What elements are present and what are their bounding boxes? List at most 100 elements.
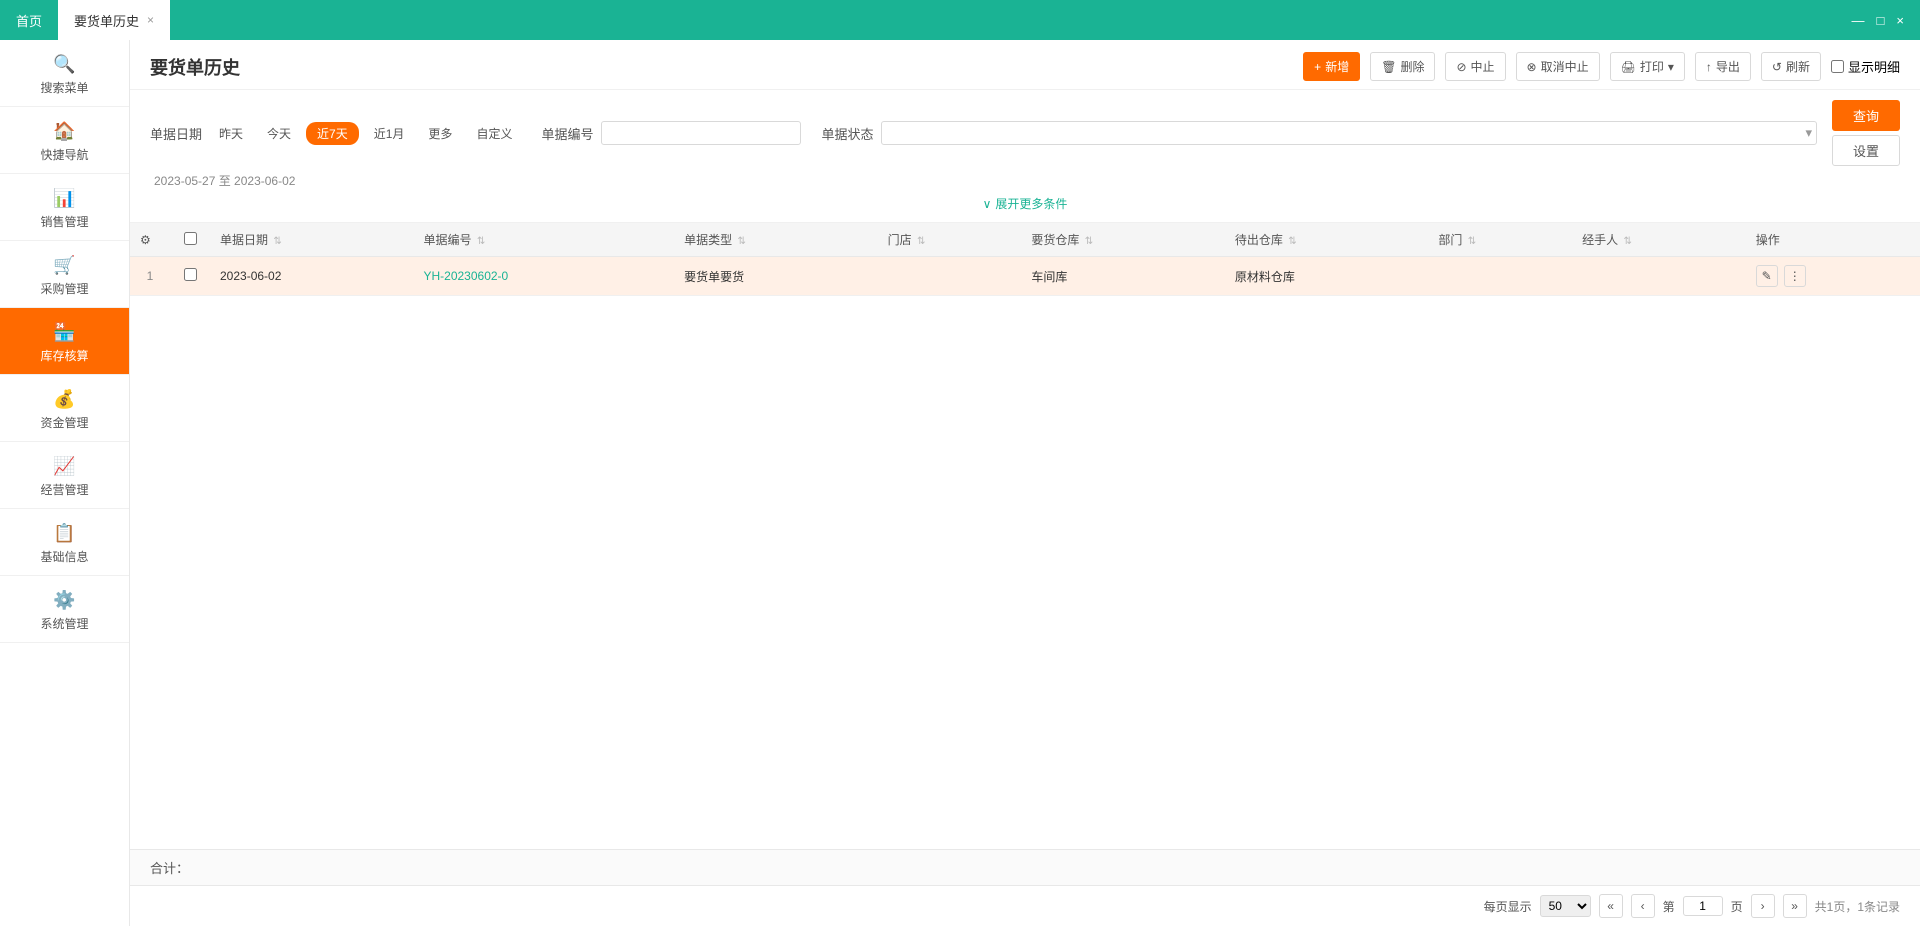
col-bill-no[interactable]: 单据编号 ⇅ [413,223,674,257]
table-settings-icon[interactable]: ⚙ [130,223,170,257]
bill-status-input[interactable] [881,121,1817,145]
filter-row-1: 单据日期 昨天 今天 近7天 近1月 更多 自定义 单据编号 单据状态 [150,100,1900,166]
chevron-down-icon: ∨ [983,197,992,211]
print-dropdown-icon: ▾ [1668,60,1674,74]
expand-more-button[interactable]: ∨ 展开更多条件 [150,195,1900,212]
bill-status-label: 单据状态 [821,124,873,143]
data-table: ⚙ 单据日期 ⇅ 单据编号 ⇅ 单据类型 ⇅ [130,223,1920,296]
row-checkbox[interactable] [184,268,197,281]
date-btn-7days[interactable]: 近7天 [306,122,359,145]
col-bill-type[interactable]: 单据类型 ⇅ [674,223,877,257]
refresh-button[interactable]: ↺ 刷新 [1761,52,1821,81]
purchase-icon: 🛒 [53,255,75,276]
print-icon: 🖨 [1621,60,1636,74]
bill-no-link[interactable]: YH-20230602-0 [423,269,508,283]
edit-icon[interactable]: ✎ [1756,265,1778,287]
sidebar-item-purchase[interactable]: 🛒 采购管理 [0,241,129,308]
window-maximize[interactable]: □ [1877,13,1885,28]
col-date[interactable]: 单据日期 ⇅ [210,223,413,257]
page-input[interactable] [1683,896,1723,916]
row-num: 1 [130,257,170,296]
export-button[interactable]: ↑ 导出 [1695,52,1751,81]
sidebar-item-sales[interactable]: 📊 销售管理 [0,174,129,241]
tab-home[interactable]: 首页 [0,0,58,40]
page-label-pre: 第 [1663,898,1675,915]
sort-icon-date: ⇅ [273,236,281,247]
row-handler [1572,257,1746,296]
top-bar: 首页 要货单历史 × — □ × [0,0,1920,40]
date-btn-custom[interactable]: 自定义 [467,122,521,145]
table-container: ⚙ 单据日期 ⇅ 单据编号 ⇅ 单据类型 ⇅ [130,223,1920,849]
table-footer: 合计： [130,849,1920,885]
system-icon: ⚙️ [53,590,75,611]
cancel-stop-button[interactable]: ⊗ 取消中止 [1516,52,1600,81]
bill-no-input[interactable] [601,121,801,145]
filter-row-date-range: 2023-05-27 至 2023-06-02 [150,172,1900,189]
date-btn-1month[interactable]: 近1月 [365,122,414,145]
basic-info-icon: 📋 [53,523,75,544]
last-page-button[interactable]: » [1783,894,1807,918]
sort-icon-handler: ⇅ [1623,236,1631,247]
filter-actions: 查询 设置 [1832,100,1900,166]
sidebar-item-finance[interactable]: 💰 资金管理 [0,375,129,442]
stop-button[interactable]: ⊘ 中止 [1445,52,1505,81]
content-area: 要货单历史 + 新增 🗑 删除 ⊘ 中止 ⊗ 取消中止 [130,40,1920,926]
sidebar-item-inventory[interactable]: 🏪 库存核算 [0,308,129,375]
next-page-button[interactable]: › [1751,894,1775,918]
col-pending-warehouse[interactable]: 待出仓库 ⇅ [1225,223,1428,257]
prev-page-button[interactable]: ‹ [1631,894,1655,918]
delete-button[interactable]: 🗑 删除 [1370,52,1435,81]
finance-icon: 💰 [53,389,75,410]
tab-purchase-history[interactable]: 要货单历史 × [58,0,170,40]
window-close[interactable]: × [1896,13,1904,28]
sidebar-item-basic-info[interactable]: 📋 基础信息 [0,509,129,576]
sort-icon-bill-type: ⇅ [738,236,746,247]
sort-icon-bill-no: ⇅ [477,236,485,247]
page-title: 要货单历史 [150,54,240,80]
toolbar: + 新增 🗑 删除 ⊘ 中止 ⊗ 取消中止 🖨 打印 [1303,52,1900,81]
row-store [878,257,1022,296]
add-icon: + [1314,60,1321,74]
pagination: 每页显示 50 100 200 « ‹ 第 页 › » 共1页，1条记录 [130,885,1920,926]
sales-icon: 📊 [53,188,75,209]
add-button[interactable]: + 新增 [1303,52,1360,81]
query-button[interactable]: 查询 [1832,100,1900,131]
col-store[interactable]: 门店 ⇅ [878,223,1022,257]
home-icon: 🏠 [53,121,75,142]
date-btn-yesterday[interactable]: 昨天 [210,122,252,145]
main-layout: 🔍 搜索菜单 🏠 快捷导航 📊 销售管理 🛒 采购管理 🏪 库存核算 💰 资金管… [0,40,1920,926]
date-btn-today[interactable]: 今天 [258,122,300,145]
tab-close-icon[interactable]: × [147,13,154,27]
row-bill-no[interactable]: YH-20230602-0 [413,257,674,296]
date-filter-item: 单据日期 昨天 今天 近7天 近1月 更多 自定义 [150,122,521,145]
date-btn-more[interactable]: 更多 [419,122,461,145]
select-all-checkbox[interactable] [184,232,197,245]
col-dept[interactable]: 部门 ⇅ [1428,223,1572,257]
sidebar-item-search[interactable]: 🔍 搜索菜单 [0,40,129,107]
settings-button[interactable]: 设置 [1832,135,1900,166]
row-checkbox-cell[interactable] [170,257,210,296]
col-warehouse[interactable]: 要货仓库 ⇅ [1021,223,1224,257]
sidebar-item-system[interactable]: ⚙️ 系统管理 [0,576,129,643]
table-select-all-header[interactable] [170,223,210,257]
print-button[interactable]: 🖨 打印 ▾ [1610,52,1685,81]
sidebar-item-operations[interactable]: 📈 经营管理 [0,442,129,509]
per-page-select[interactable]: 50 100 200 [1540,895,1591,917]
bill-status-dropdown-icon[interactable]: ▾ [1805,125,1812,141]
more-icon[interactable]: ⋮ [1784,265,1806,287]
show-detail-checkbox[interactable] [1831,60,1844,73]
col-handler[interactable]: 经手人 ⇅ [1572,223,1746,257]
page-header: 要货单历史 + 新增 🗑 删除 ⊘ 中止 ⊗ 取消中止 [130,40,1920,90]
search-icon: 🔍 [53,54,75,75]
cancel-stop-icon: ⊗ [1527,60,1537,74]
window-minimize[interactable]: — [1852,13,1865,28]
show-detail-toggle[interactable]: 显示明细 [1831,57,1900,76]
delete-icon: 🗑 [1381,60,1396,74]
sidebar-item-nav[interactable]: 🏠 快捷导航 [0,107,129,174]
tab-bar: 首页 要货单历史 × [0,0,170,40]
bill-no-label: 单据编号 [541,124,593,143]
stop-icon: ⊘ [1456,60,1466,74]
row-actions: ✎ ⋮ [1746,257,1920,296]
table-header-row: ⚙ 单据日期 ⇅ 单据编号 ⇅ 单据类型 ⇅ [130,223,1920,257]
first-page-button[interactable]: « [1599,894,1623,918]
